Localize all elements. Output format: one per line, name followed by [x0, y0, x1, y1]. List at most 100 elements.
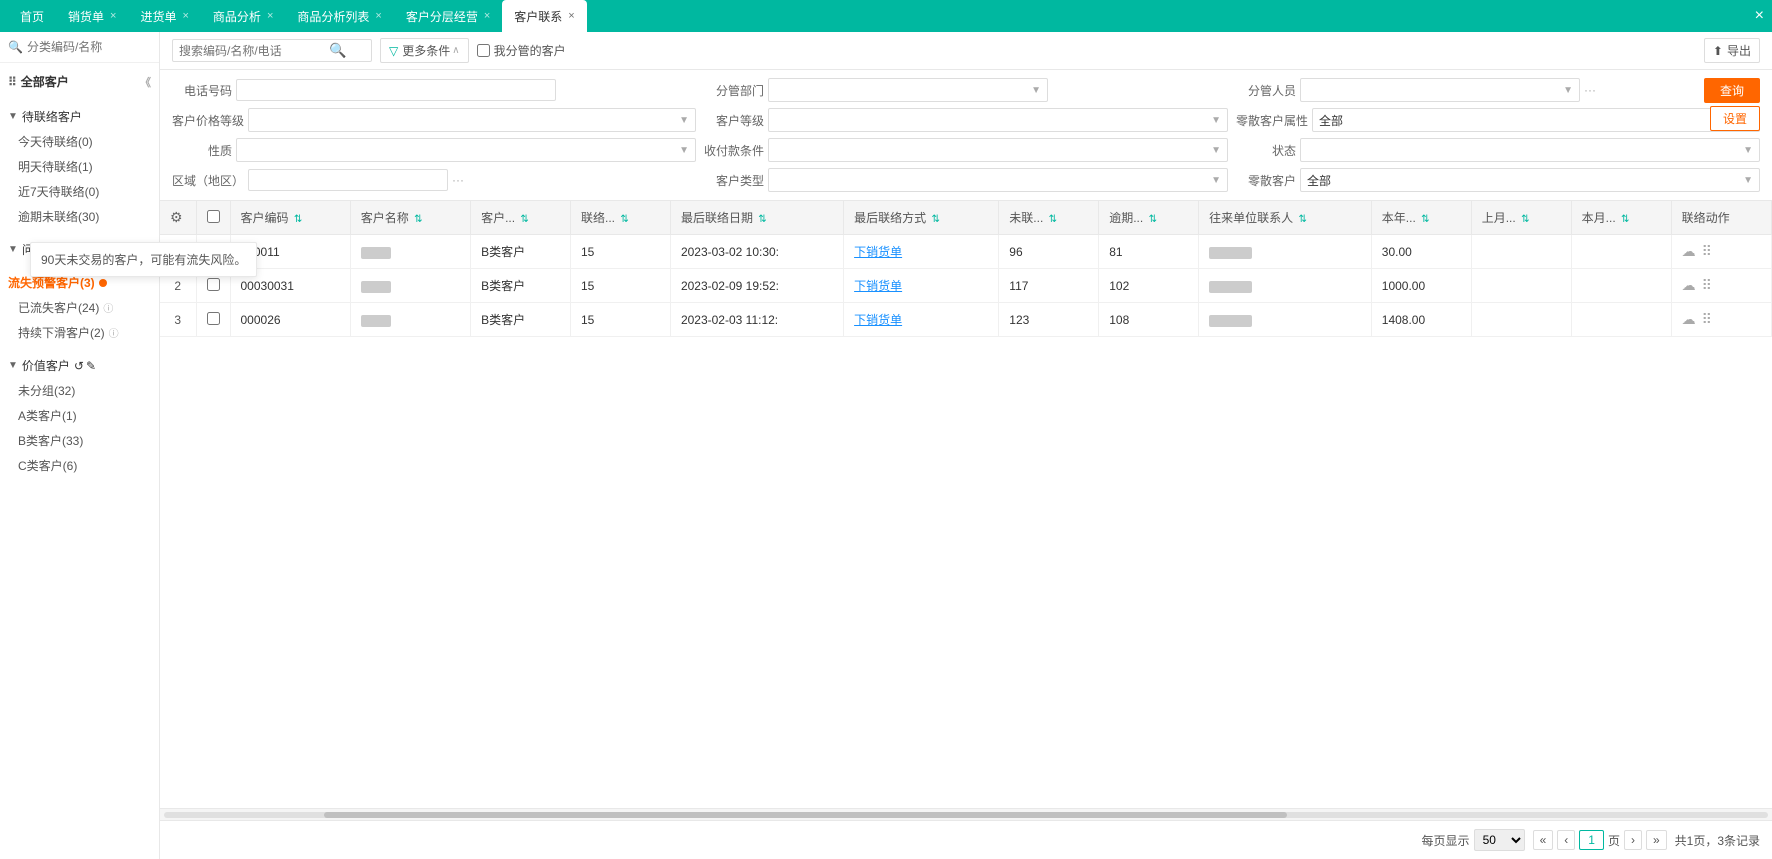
col-type[interactable]: 客户... ⇅	[471, 201, 571, 235]
filter-payment-select[interactable]: ▼	[768, 138, 1228, 162]
col-overdue[interactable]: 逾期... ⇅	[1099, 201, 1199, 235]
settings-icon[interactable]: ⚙	[170, 209, 183, 225]
col-contacts[interactable]: 联络... ⇅	[571, 201, 671, 235]
sidebar-item-a-class[interactable]: A类客户(1)	[0, 403, 159, 428]
sidebar-group-pending[interactable]: ▼ 待联络客户	[0, 104, 159, 129]
tab-analysis[interactable]: 商品分析 ×	[201, 0, 285, 32]
close-all-icon[interactable]: ×	[1755, 7, 1764, 25]
filter-person-select[interactable]: ▼	[1300, 78, 1580, 102]
declining-label: 持续下滑客户(2)	[18, 324, 105, 341]
filter-customer-type-select[interactable]: ▼	[768, 168, 1228, 192]
sidebar-group-value[interactable]: ▼ 价值客户 ↺ ✎	[0, 353, 159, 378]
sidebar-item-c-class[interactable]: C类客户(6)	[0, 453, 159, 478]
col-last-method[interactable]: 最后联络方式 ⇅	[844, 201, 999, 235]
sidebar-search-input[interactable]	[27, 40, 151, 54]
row-last-method[interactable]: 下销货单	[844, 269, 999, 303]
tab-sales[interactable]: 销货单 ×	[56, 0, 128, 32]
row-name	[350, 235, 470, 269]
sidebar-item-churned[interactable]: 已流失客户(24) ⓘ	[0, 295, 159, 320]
filter-nature-select[interactable]: ▼	[236, 138, 696, 162]
last-method-link[interactable]: 下销货单	[854, 279, 902, 293]
sidebar-item-7days[interactable]: 近7天待联络(0)	[0, 179, 159, 204]
filter-region-input[interactable]	[248, 169, 448, 191]
tab-purchase[interactable]: 进货单 ×	[128, 0, 200, 32]
tab-purchase-close[interactable]: ×	[182, 10, 188, 22]
tab-customer-contact[interactable]: 客户联系 ×	[502, 0, 586, 32]
table-wrap: ⚙ 客户编码 ⇅ 客户名称 ⇅ 客户... ⇅ 联络... ⇅ 最后联络日期 ⇅…	[160, 201, 1772, 808]
filter-price-level-select[interactable]: ▼	[248, 108, 696, 132]
col-last-date[interactable]: 最后联络日期 ⇅	[670, 201, 843, 235]
horizontal-scrollbar[interactable]	[160, 808, 1772, 820]
col-checkbox[interactable]	[196, 201, 230, 235]
col-this-month[interactable]: 本月... ⇅	[1571, 201, 1671, 235]
tab-customer-contact-close[interactable]: ×	[568, 10, 574, 22]
sidebar-item-ungroup[interactable]: 未分组(32)	[0, 378, 159, 403]
tab-home[interactable]: 首页	[8, 0, 56, 32]
last-page-button[interactable]: »	[1646, 830, 1667, 850]
sidebar-item-today[interactable]: 今天待联络(0)	[0, 129, 159, 154]
row-uncontacted: 117	[999, 269, 1099, 303]
value-edit-icon[interactable]: ✎	[86, 359, 96, 373]
sidebar-item-b-class[interactable]: B类客户(33)	[0, 428, 159, 453]
settings-button[interactable]: 设置	[1710, 106, 1760, 131]
value-arrow: ▼	[8, 360, 18, 371]
row-type: B类客户	[471, 269, 571, 303]
my-customers-checkbox[interactable]	[477, 44, 490, 57]
col-settings[interactable]: ⚙	[160, 201, 196, 235]
action-contact-icon[interactable]: ☁	[1682, 277, 1696, 294]
per-page-select[interactable]: 50 100 200	[1474, 829, 1525, 851]
filter-scatter-select[interactable]: 全部 ▼	[1300, 168, 1760, 192]
content-area: 🔍 ▽ 更多条件 ∧ 我分管的客户 ⬆ 导出 查询 设置 电话	[160, 32, 1772, 859]
top-nav: 首页 销货单 × 进货单 × 商品分析 × 商品分析列表 × 客户分层经营 × …	[0, 0, 1772, 32]
next-page-button[interactable]: ›	[1624, 830, 1642, 850]
col-this-year[interactable]: 本年... ⇅	[1371, 201, 1471, 235]
filter-dept-select[interactable]: ▼	[768, 78, 1048, 102]
filter-person-caret: ▼	[1563, 85, 1573, 96]
filter-status-select[interactable]: ▼	[1300, 138, 1760, 162]
action-contact-icon[interactable]: ☁	[1682, 311, 1696, 328]
value-refresh-icon[interactable]: ↺	[74, 359, 84, 373]
row-last-method[interactable]: 下销货单	[844, 303, 999, 337]
col-uncontacted[interactable]: 未联... ⇅	[999, 201, 1099, 235]
action-more-icon[interactable]: ⠿	[1702, 243, 1712, 260]
search-button[interactable]: 🔍	[329, 42, 346, 59]
search-input[interactable]	[179, 44, 329, 58]
export-button[interactable]: ⬆ 导出	[1704, 38, 1760, 63]
sidebar-item-tomorrow[interactable]: 明天待联络(1)	[0, 154, 159, 179]
filter-grade-select[interactable]: ▼	[768, 108, 1228, 132]
col-contact-person[interactable]: 往来单位联系人 ⇅	[1199, 201, 1372, 235]
more-conditions-button[interactable]: ▽ 更多条件 ∧	[380, 38, 469, 63]
filter-person-more[interactable]: ···	[1584, 83, 1596, 97]
last-method-link[interactable]: 下销货单	[854, 313, 902, 327]
row-contacts: 15	[571, 235, 671, 269]
first-page-button[interactable]: «	[1533, 830, 1554, 850]
row-last-method[interactable]: 下销货单	[844, 235, 999, 269]
action-more-icon[interactable]: ⠿	[1702, 311, 1712, 328]
last-method-link[interactable]: 下销货单	[854, 245, 902, 259]
filter-grade: 客户等级 ▼	[704, 108, 1228, 132]
select-all-checkbox[interactable]	[207, 210, 220, 223]
pending-arrow: ▼	[8, 111, 18, 122]
tab-customer-layer[interactable]: 客户分层经营 ×	[394, 0, 502, 32]
col-last-month[interactable]: 上月... ⇅	[1471, 201, 1571, 235]
action-more-icon[interactable]: ⠿	[1702, 277, 1712, 294]
action-contact-icon[interactable]: ☁	[1682, 243, 1696, 260]
sidebar-item-overdue[interactable]: 逾期未联络(30)	[0, 204, 159, 229]
filter-dept-label: 分管部门	[704, 82, 764, 99]
filter-phone-input[interactable]	[236, 79, 556, 101]
row-checkbox[interactable]	[196, 303, 230, 337]
sidebar-item-declining[interactable]: 持续下滑客户(2) ⓘ	[0, 320, 159, 345]
tab-sales-close[interactable]: ×	[110, 10, 116, 22]
filter-phone: 电话号码	[172, 79, 696, 101]
tab-analysis-list-close[interactable]: ×	[375, 10, 381, 22]
filter-region-more[interactable]: ···	[452, 173, 464, 187]
tab-customer-layer-close[interactable]: ×	[484, 10, 490, 22]
col-code[interactable]: 客户编码 ⇅	[230, 201, 350, 235]
filter-scatter-attr-select[interactable]: 全部 ▼	[1312, 108, 1760, 132]
prev-page-button[interactable]: ‹	[1557, 830, 1575, 850]
tab-analysis-close[interactable]: ×	[267, 10, 273, 22]
sidebar-all-customers[interactable]: ⠿ 全部客户 《	[0, 67, 159, 96]
query-button[interactable]: 查询	[1704, 78, 1760, 103]
col-name[interactable]: 客户名称 ⇅	[350, 201, 470, 235]
tab-analysis-list[interactable]: 商品分析列表 ×	[285, 0, 393, 32]
